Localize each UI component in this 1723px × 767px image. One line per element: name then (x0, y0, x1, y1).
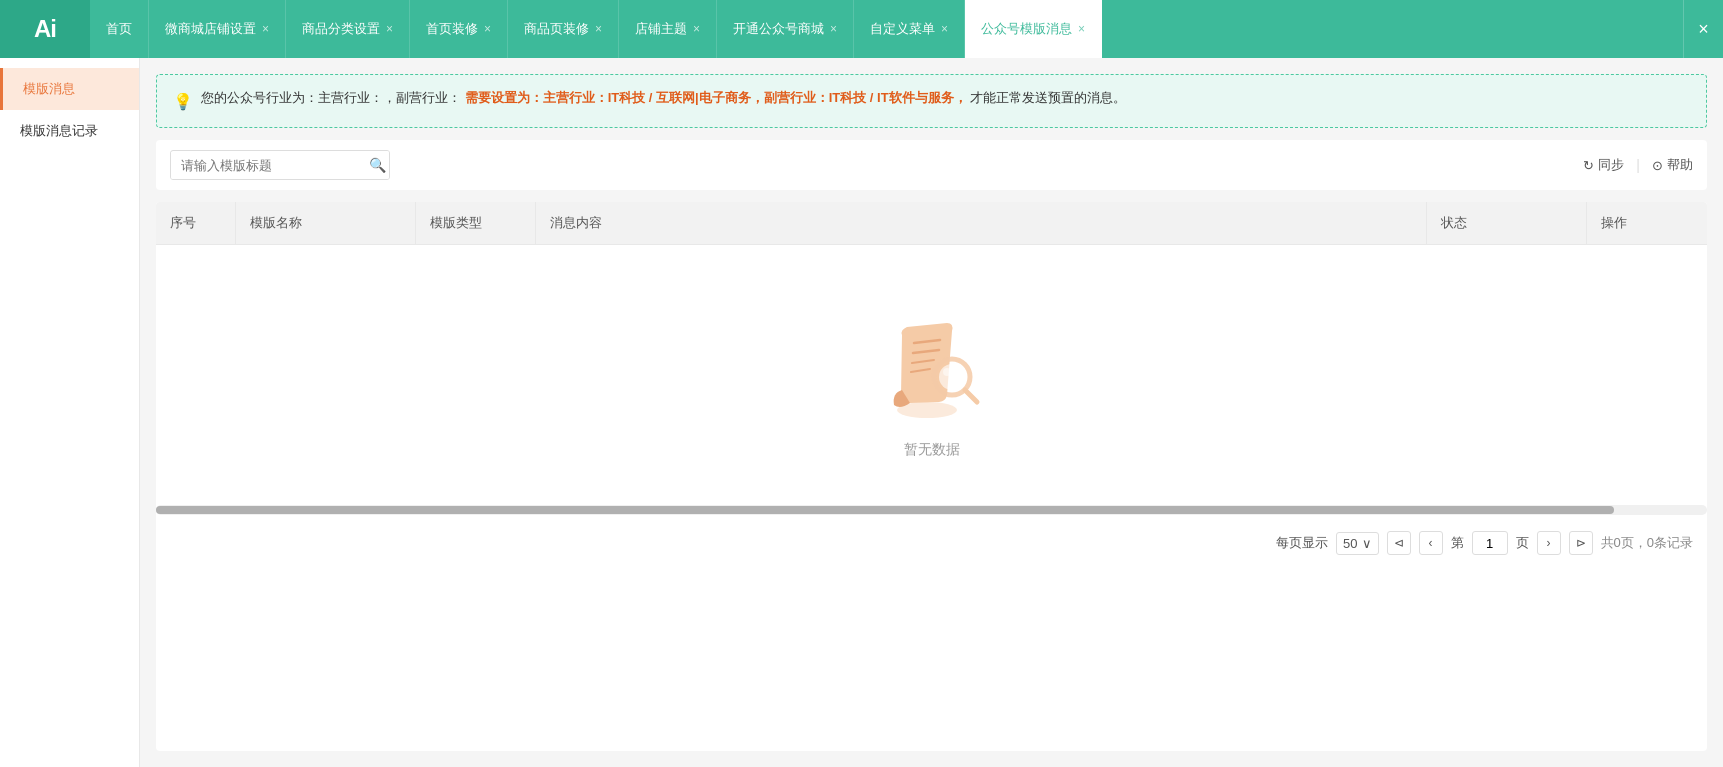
pagination: 每页显示 50 ∨ ⊲ ‹ 第 页 › ⊳ 共0页，0条记录 (156, 521, 1707, 565)
page-input[interactable] (1472, 531, 1508, 555)
nav-tab-category-settings[interactable]: 商品分类设置 × (286, 0, 410, 58)
content-area: 💡 您的公众号行业为：主营行业：，副营行业： 需要设置为：主营行业：IT科技 /… (140, 58, 1723, 767)
search-button[interactable]: 🔍 (359, 151, 390, 179)
sync-button[interactable]: ↻ 同步 (1583, 156, 1624, 174)
tab-close-icon[interactable]: × (941, 22, 948, 36)
tab-close-icon[interactable]: × (595, 22, 602, 36)
notice-text: 您的公众号行业为：主营行业：，副营行业： 需要设置为：主营行业：IT科技 / 互… (201, 87, 1126, 109)
nav-tab-label: 商品页装修 (524, 20, 589, 38)
nav-tab-label: 首页装修 (426, 20, 478, 38)
close-all-button[interactable]: × (1683, 0, 1723, 58)
search-wrap: 🔍 (170, 150, 390, 180)
nav-tab-template-message[interactable]: 公众号模版消息 × (965, 0, 1102, 58)
page-size-select[interactable]: 50 ∨ (1336, 532, 1378, 555)
sync-icon: ↻ (1583, 158, 1594, 173)
toolbar-right: ↻ 同步 | ⊙ 帮助 (1583, 156, 1693, 174)
th-type: 模版类型 (416, 202, 536, 244)
search-input[interactable] (171, 152, 359, 179)
empty-illustration (872, 305, 992, 425)
notice-highlight: 需要设置为：主营行业：IT科技 / 互联网|电子商务，副营行业：IT科技 / I… (465, 90, 967, 105)
nav-tab-store-theme[interactable]: 店铺主题 × (619, 0, 717, 58)
nav-tab-label: 商品分类设置 (302, 20, 380, 38)
scroll-track[interactable] (156, 505, 1707, 515)
th-status: 状态 (1427, 202, 1587, 244)
th-action: 操作 (1587, 202, 1707, 244)
nav-tabs: 首页微商城店铺设置×商品分类设置×首页装修×商品页装修×店铺主题×开通公众号商城… (90, 0, 1683, 58)
nav-tab-open-mall[interactable]: 开通公众号商城 × (717, 0, 854, 58)
nav-tab-product-decoration[interactable]: 商品页装修 × (508, 0, 619, 58)
svg-point-6 (939, 364, 965, 390)
th-index: 序号 (156, 202, 236, 244)
nav-tab-label: 自定义菜单 (870, 20, 935, 38)
notice-box: 💡 您的公众号行业为：主营行业：，副营行业： 需要设置为：主营行业：IT科技 /… (156, 74, 1707, 128)
divider: | (1636, 157, 1640, 173)
empty-text: 暂无数据 (904, 441, 960, 459)
table-wrap: 序号模版名称模版类型消息内容状态操作 (156, 202, 1707, 751)
tab-close-icon[interactable]: × (262, 22, 269, 36)
page-size-label: 每页显示 (1276, 534, 1328, 552)
nav-logo: Ai (0, 0, 90, 58)
nav-tab-label: 开通公众号商城 (733, 20, 824, 38)
nav-tab-custom-menu[interactable]: 自定义菜单 × (854, 0, 965, 58)
first-page-button[interactable]: ⊲ (1387, 531, 1411, 555)
svg-point-8 (943, 368, 951, 376)
tab-close-icon[interactable]: × (386, 22, 393, 36)
toolbar: 🔍 ↻ 同步 | ⊙ 帮助 (156, 140, 1707, 190)
tab-close-icon[interactable]: × (484, 22, 491, 36)
scroll-thumb (156, 506, 1614, 514)
top-nav: Ai 首页微商城店铺设置×商品分类设置×首页装修×商品页装修×店铺主题×开通公众… (0, 0, 1723, 58)
tab-close-icon[interactable]: × (693, 22, 700, 36)
svg-line-7 (965, 390, 977, 402)
nav-tab-label: 首页 (106, 20, 132, 38)
chevron-down-icon: ∨ (1362, 536, 1372, 551)
empty-state: 暂无数据 (156, 245, 1707, 499)
help-button[interactable]: ⊙ 帮助 (1652, 156, 1693, 174)
sidebar-item-template-record[interactable]: 模版消息记录 (0, 110, 139, 152)
main-layout: 模版消息模版消息记录 💡 您的公众号行业为：主营行业：，副营行业： 需要设置为：… (0, 58, 1723, 767)
nav-tab-shop-settings[interactable]: 微商城店铺设置 × (149, 0, 286, 58)
di-label: 第 (1451, 534, 1464, 552)
notice-icon: 💡 (173, 88, 193, 115)
nav-tab-label: 店铺主题 (635, 20, 687, 38)
tab-close-icon[interactable]: × (1078, 22, 1085, 36)
nav-tab-label: 公众号模版消息 (981, 20, 1072, 38)
page-size-value: 50 (1343, 536, 1357, 551)
page-unit: 页 (1516, 534, 1529, 552)
sidebar-item-template-message[interactable]: 模版消息 (0, 68, 139, 110)
nav-tab-home-decoration[interactable]: 首页装修 × (410, 0, 508, 58)
last-page-button[interactable]: ⊳ (1569, 531, 1593, 555)
table-header: 序号模版名称模版类型消息内容状态操作 (156, 202, 1707, 245)
next-page-button[interactable]: › (1537, 531, 1561, 555)
sidebar: 模版消息模版消息记录 (0, 58, 140, 767)
prev-page-button[interactable]: ‹ (1419, 531, 1443, 555)
tab-close-icon[interactable]: × (830, 22, 837, 36)
total-info: 共0页，0条记录 (1601, 534, 1693, 552)
help-icon: ⊙ (1652, 158, 1663, 173)
th-name: 模版名称 (236, 202, 416, 244)
th-content: 消息内容 (536, 202, 1427, 244)
nav-tab-label: 微商城店铺设置 (165, 20, 256, 38)
nav-tab-home[interactable]: 首页 (90, 0, 149, 58)
